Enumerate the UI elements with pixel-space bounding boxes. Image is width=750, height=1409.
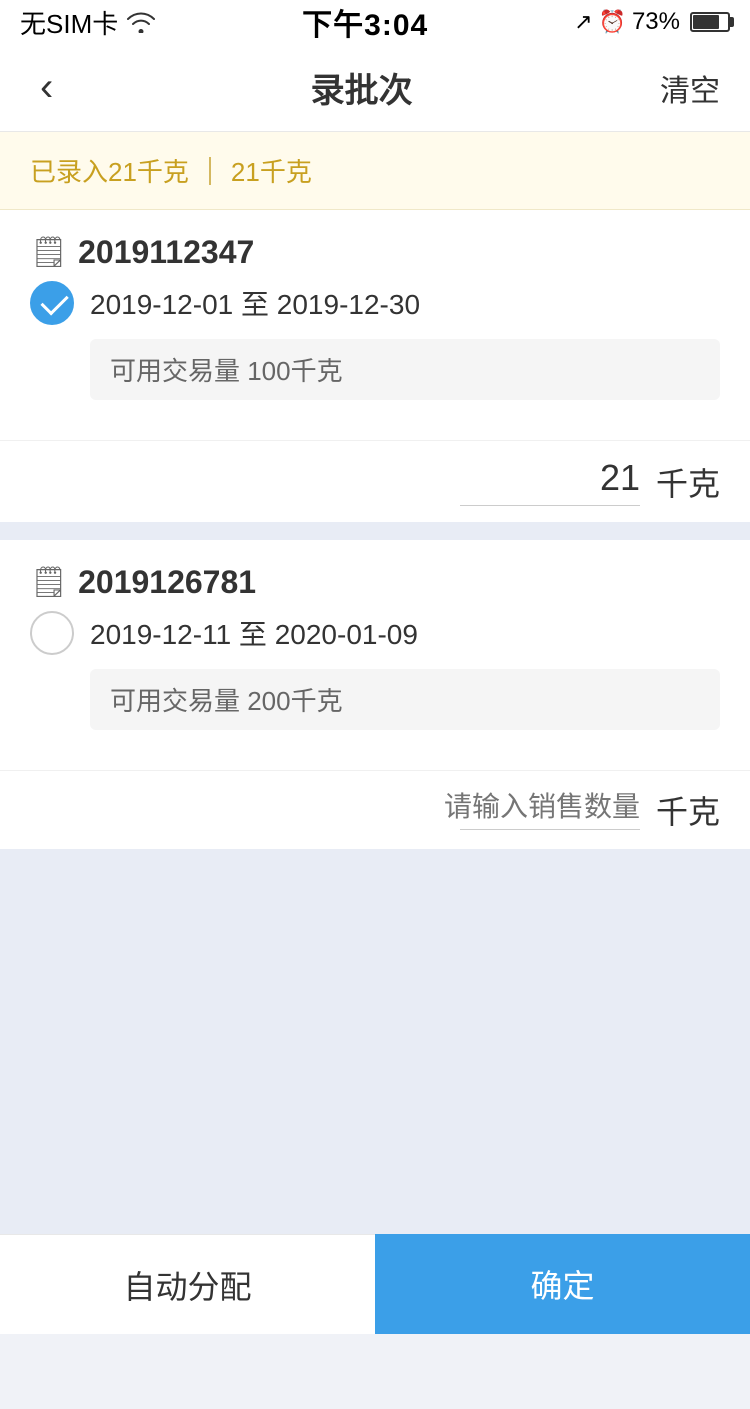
batch-2-amount-row: 千克 bbox=[0, 770, 750, 849]
total-amount: 21千克 bbox=[231, 152, 312, 189]
batch-1-amount-row: 千克 bbox=[0, 440, 750, 522]
auto-distribute-button[interactable]: 自动分配 bbox=[0, 1234, 375, 1334]
location-icon: ↗ bbox=[574, 9, 592, 35]
batch-2-underline bbox=[460, 829, 640, 830]
batch-1-amount-input[interactable] bbox=[540, 457, 640, 499]
batch-2-date: 2019-12-11 至 2020-01-09 bbox=[90, 613, 418, 653]
info-divider bbox=[209, 157, 211, 185]
batch-1-row: 2019-12-01 至 2019-12-30 bbox=[30, 281, 720, 325]
batch-2-id: 2019126781 bbox=[78, 564, 256, 601]
batch-2-amount-input[interactable] bbox=[400, 791, 640, 823]
wifi-icon bbox=[126, 11, 156, 33]
batch-item-2: 🗒 2019126781 2019-12-11 至 2020-01-09 可用交… bbox=[0, 540, 750, 849]
nav-bar: ‹ 录批次 清空 bbox=[0, 44, 750, 132]
status-time: 下午3:04 bbox=[302, 0, 428, 44]
content-area: 🗒 2019112347 2019-12-01 至 2019-12-30 可用交… bbox=[0, 210, 750, 1409]
batch-2-input-wrapper bbox=[400, 791, 640, 830]
batch-1-date: 2019-12-01 至 2019-12-30 bbox=[90, 283, 420, 323]
batch-2-header: 🗒 2019126781 bbox=[30, 564, 720, 601]
batch-1-available: 可用交易量 100千克 bbox=[90, 339, 720, 400]
section-divider-1 bbox=[0, 522, 750, 540]
info-banner: 已录入21千克 21千克 bbox=[0, 132, 750, 210]
clear-button[interactable]: 清空 bbox=[660, 66, 720, 110]
back-button[interactable]: ‹ bbox=[30, 55, 63, 120]
batch-2-available: 可用交易量 200千克 bbox=[90, 669, 720, 730]
bottom-bar: 自动分配 确定 bbox=[0, 1234, 750, 1334]
battery-icon bbox=[690, 12, 730, 32]
batch-1-unit: 千克 bbox=[656, 459, 720, 505]
page-title: 录批次 bbox=[311, 63, 413, 112]
batch-1-radio[interactable] bbox=[30, 281, 74, 325]
batch-1-underline bbox=[460, 505, 640, 506]
recorded-amount: 已录入21千克 bbox=[30, 152, 189, 189]
alarm-icon: ⏰ bbox=[599, 9, 626, 35]
batch-2-icon: 🗒 bbox=[30, 565, 68, 600]
batch-2-unit: 千克 bbox=[656, 787, 720, 833]
battery-text: 73% bbox=[632, 8, 680, 36]
confirm-button[interactable]: 确定 bbox=[375, 1234, 750, 1334]
status-right: ↗ ⏰ 73% bbox=[574, 8, 730, 36]
batch-1-header: 🗒 2019112347 bbox=[30, 234, 720, 271]
batch-item-1: 🗒 2019112347 2019-12-01 至 2019-12-30 可用交… bbox=[0, 210, 750, 522]
batch-1-input-wrapper bbox=[460, 457, 640, 506]
batch-2-row: 2019-12-11 至 2020-01-09 bbox=[30, 611, 720, 655]
carrier-text: 无SIM卡 bbox=[20, 4, 118, 41]
batch-1-id: 2019112347 bbox=[78, 234, 254, 271]
status-carrier: 无SIM卡 bbox=[20, 4, 156, 41]
batch-2-radio[interactable] bbox=[30, 611, 74, 655]
status-bar: 无SIM卡 下午3:04 ↗ ⏰ 73% bbox=[0, 0, 750, 44]
batch-1-icon: 🗒 bbox=[30, 235, 68, 270]
